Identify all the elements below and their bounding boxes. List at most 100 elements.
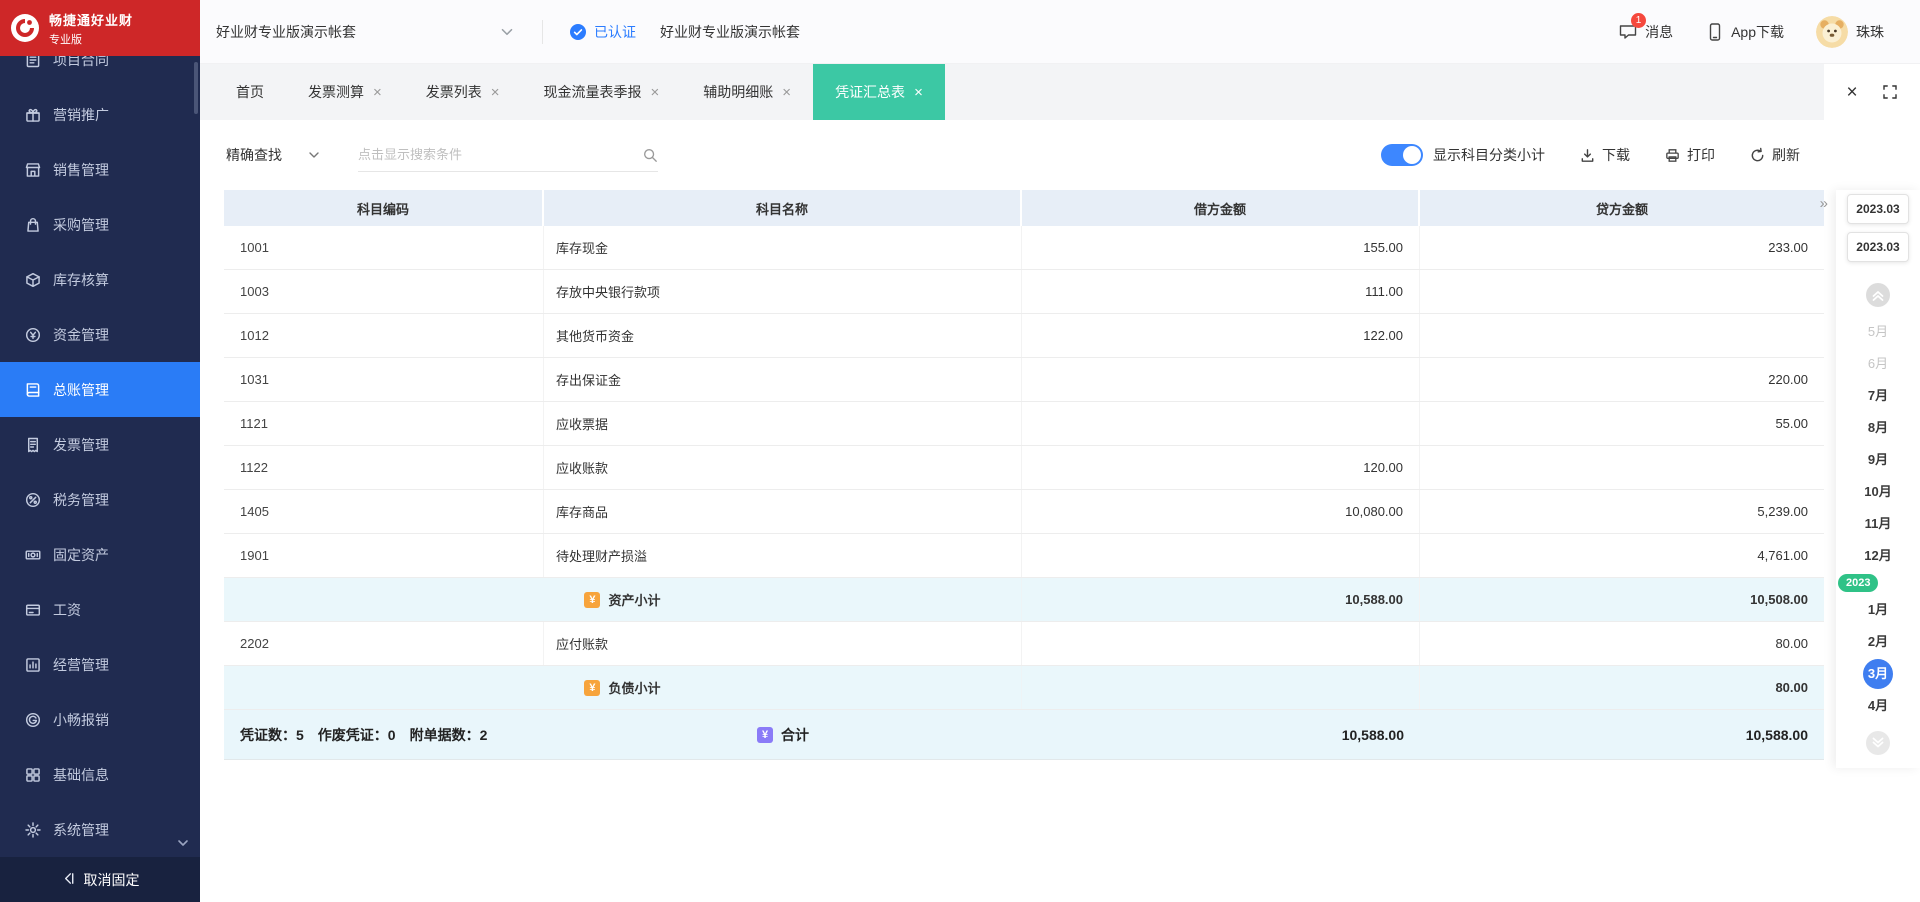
close-icon[interactable]: × (1846, 83, 1857, 102)
sidebar-item-2[interactable]: 销售管理 (0, 142, 200, 197)
sidebar-item-5[interactable]: 资金管理 (0, 307, 200, 362)
tab-4[interactable]: 辅助明细账 × (681, 64, 813, 120)
scroll-up-icon[interactable] (1865, 282, 1891, 308)
subtotal-credit: 80.00 (1775, 680, 1808, 695)
table-row: 1405 库存商品 10,080.00 5,239.00 (224, 490, 1824, 534)
month-item[interactable]: 9月 (1836, 444, 1920, 476)
tab-close-icon[interactable]: × (491, 84, 500, 101)
refresh-button[interactable]: 刷新 (1749, 145, 1800, 165)
tab-2[interactable]: 发票列表 × (404, 64, 522, 120)
sidebar-item-1[interactable]: 营销推广 (0, 87, 200, 142)
month-item[interactable]: 7月 (1836, 380, 1920, 412)
sidebar-scroll-down-icon[interactable] (176, 836, 190, 850)
column-header-name[interactable]: 科目名称 (544, 190, 1022, 226)
subtotal-toggle[interactable] (1381, 144, 1423, 166)
voided-voucher-count: 作废凭证：0 (317, 726, 396, 743)
month-label: 9月 (1867, 452, 1889, 467)
table-row: 1003 存放中央银行款项 111.00 (224, 270, 1824, 314)
user-menu[interactable]: 珠珠 (1816, 15, 1884, 48)
tab-5[interactable]: 凭证汇总表 × (813, 64, 945, 120)
debit-amount-cell (1022, 622, 1420, 665)
column-header-code[interactable]: 科目编码 (224, 190, 544, 226)
certified-badge[interactable]: 已认证 (569, 22, 636, 42)
month-item[interactable]: 4月 (1836, 690, 1920, 722)
fullscreen-icon[interactable] (1882, 84, 1898, 100)
account-code-cell: 1001 (224, 226, 544, 269)
account-name-cell: 应收票据 (544, 402, 1022, 445)
scroll-down-icon[interactable] (1865, 730, 1891, 756)
year-badge: 2023 (1838, 574, 1879, 592)
topbar: 好业财专业版演示帐套 已认证 好业财专业版演示帐套 1 消息 App下载 珠珠 (200, 0, 1920, 64)
sidebar-item-6[interactable]: 总账管理 (0, 362, 200, 417)
voucher-summary-table: 科目编码 科目名称 借方金额 贷方金额 1001 库存现金 155.00 233.00… (224, 190, 1824, 760)
month-item[interactable]: 5月 (1836, 316, 1920, 348)
tab-close-icon[interactable]: × (914, 84, 923, 101)
month-item[interactable]: 10月 (1836, 476, 1920, 508)
period-secondary[interactable]: 2023.03 (1847, 232, 1909, 262)
search-input[interactable] (358, 147, 642, 162)
tab-close-icon[interactable]: × (651, 84, 660, 101)
message-count-badge: 1 (1631, 12, 1647, 28)
search-mode-select[interactable]: 精确查找 (226, 145, 322, 165)
messages-button[interactable]: 1 消息 (1618, 12, 1673, 42)
tab-1[interactable]: 发票测算 × (286, 64, 404, 120)
system-icon (24, 821, 42, 839)
column-header-credit[interactable]: 贷方金额 (1420, 190, 1824, 226)
sidebar-item-label: 资金管理 (53, 326, 109, 343)
month-label: 7月 (1867, 388, 1889, 403)
month-item[interactable]: 3月 (1836, 658, 1920, 690)
tab-3[interactable]: 现金流量表季报 × (522, 64, 682, 120)
month-item[interactable]: 8月 (1836, 412, 1920, 444)
sidebar-item-11[interactable]: 经营管理 (0, 637, 200, 692)
account-code-cell: 1405 (224, 490, 544, 533)
sidebar-scrollbar[interactable] (194, 62, 198, 114)
sidebar-item-4[interactable]: 库存核算 (0, 252, 200, 307)
voucher-count: 凭证数：5 (240, 726, 304, 743)
certified-label: 已认证 (594, 23, 636, 40)
collapse-period-panel-icon[interactable]: » (1820, 196, 1828, 211)
table-row: 1031 存出保证金 220.00 (224, 358, 1824, 402)
month-item[interactable]: 11月 (1836, 508, 1920, 540)
sidebar-item-3[interactable]: 采购管理 (0, 197, 200, 252)
table-header: 科目编码 科目名称 借方金额 贷方金额 (224, 190, 1824, 226)
month-item[interactable]: 2月 (1836, 626, 1920, 658)
column-header-debit[interactable]: 借方金额 (1022, 190, 1420, 226)
sidebar-item-7[interactable]: 发票管理 (0, 417, 200, 472)
search-mode-value: 精确查找 (226, 147, 282, 163)
account-set-select[interactable]: 好业财专业版演示帐套 (216, 22, 516, 42)
tab-label: 辅助明细账 (703, 84, 774, 100)
search-icon[interactable] (642, 147, 658, 163)
month-label: 5月 (1867, 324, 1889, 339)
tab-0[interactable]: 首页 (214, 64, 286, 120)
sidebar-item-9[interactable]: 固定资产 (0, 527, 200, 582)
sidebar-item-12[interactable]: 小畅报销 (0, 692, 200, 747)
sidebar-item-label: 总账管理 (53, 381, 109, 398)
debit-amount-cell: 122.00 (1022, 314, 1420, 357)
tab-close-icon[interactable]: × (373, 84, 382, 101)
print-button[interactable]: 打印 (1664, 145, 1715, 165)
period-current[interactable]: 2023.03 (1847, 194, 1909, 224)
unpin-sidebar-button[interactable]: 取消固定 (0, 857, 200, 902)
sidebar-item-14[interactable]: 系统管理 (0, 802, 200, 857)
tab-close-icon[interactable]: × (782, 84, 791, 101)
month-label: 10月 (1864, 484, 1892, 499)
table-row: 1901 待处理财产损溢 4,761.00 (224, 534, 1824, 578)
avatar (1816, 15, 1848, 48)
month-item[interactable]: 12月 (1836, 540, 1920, 572)
sales-icon (24, 161, 42, 179)
month-item[interactable]: 1月 (1836, 594, 1920, 626)
period-panel: 2023.03 2023.03 5月 6月 7月 8月 9月 10月 11月 12月 2023 1… (1836, 190, 1920, 768)
account-name-cell: 存出保证金 (544, 358, 1022, 401)
app-download-button[interactable]: App下载 (1705, 22, 1784, 42)
sidebar-item-10[interactable]: 工资 (0, 582, 200, 637)
fixed-assets-icon (24, 546, 42, 564)
table-row: 1001 库存现金 155.00 233.00 (224, 226, 1824, 270)
month-label: 2月 (1867, 634, 1889, 649)
month-item[interactable]: 6月 (1836, 348, 1920, 380)
subtotal-label-cell: ¥ 负债小计 (224, 666, 1022, 709)
sidebar-item-8[interactable]: 税务管理 (0, 472, 200, 527)
download-button[interactable]: 下载 (1579, 145, 1630, 165)
sidebar-item-13[interactable]: 基础信息 (0, 747, 200, 802)
tab-label: 凭证汇总表 (835, 84, 906, 100)
account-code-cell: 2202 (224, 622, 544, 665)
